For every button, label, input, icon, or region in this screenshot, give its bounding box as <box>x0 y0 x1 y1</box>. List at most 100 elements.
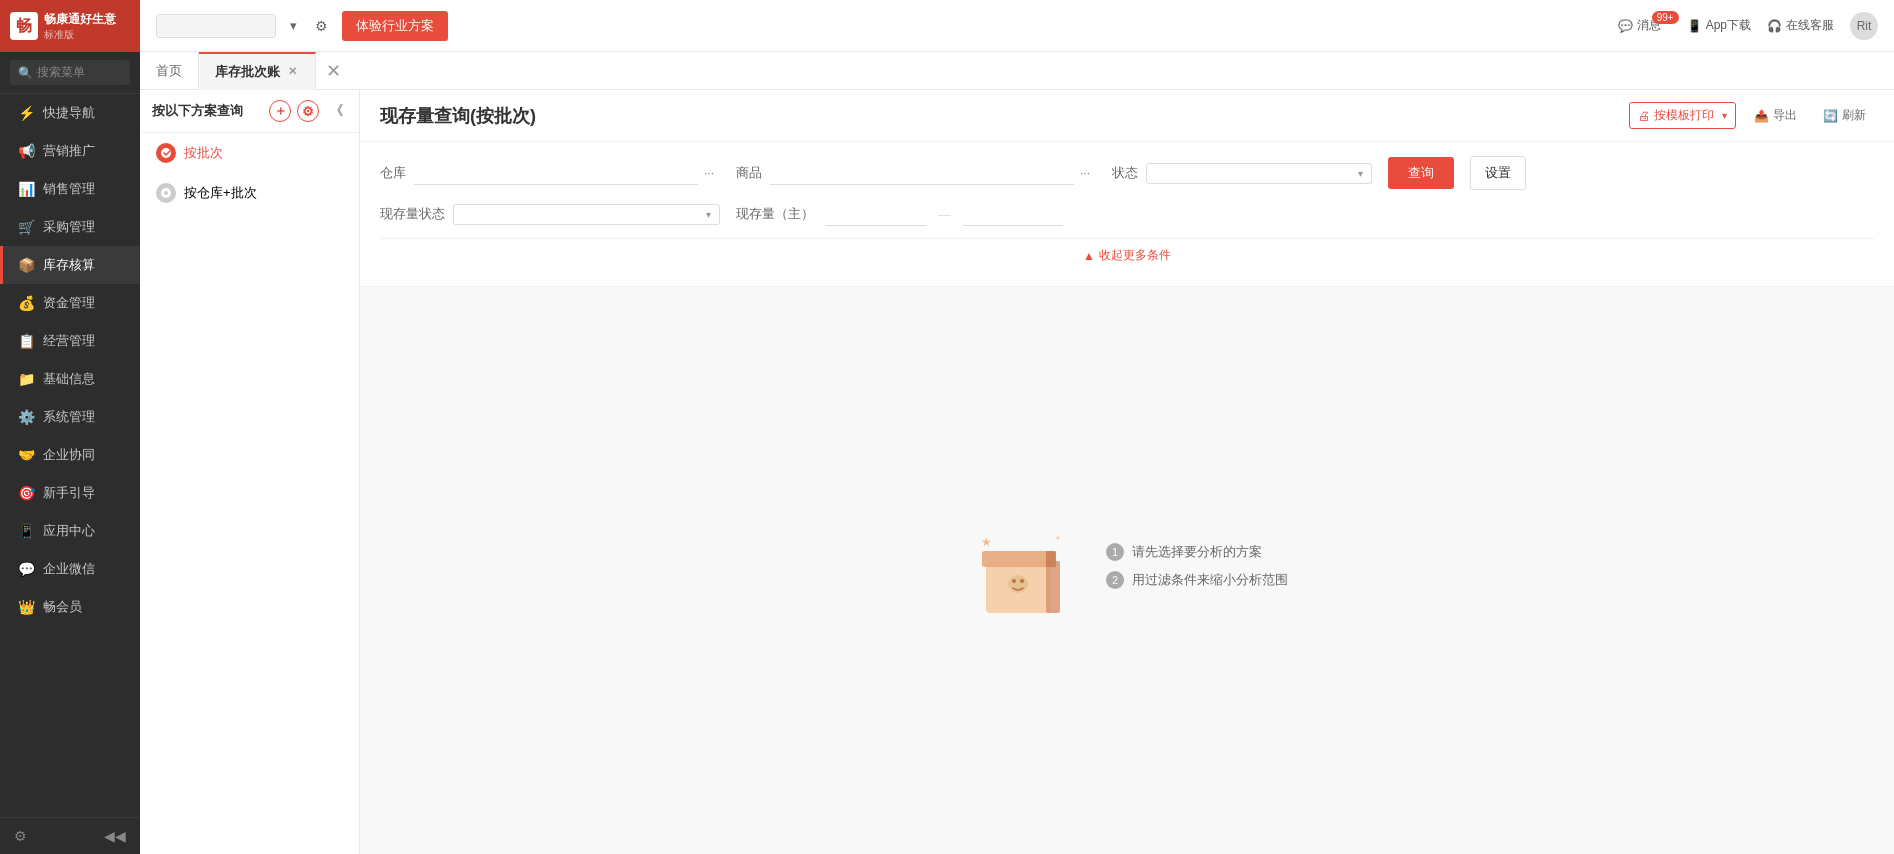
query-btn[interactable]: 查询 <box>1388 157 1454 189</box>
svg-point-2 <box>164 191 168 195</box>
tabbar: 首页 库存批次账 ✕ ✕ <box>140 52 1894 90</box>
filter-settings-btn[interactable]: 设置 <box>1470 156 1526 190</box>
tab-close-btn[interactable]: ✕ <box>286 63 299 80</box>
settings-footer-icon[interactable]: ⚙ <box>14 828 27 844</box>
tab-batch-account[interactable]: 库存批次账 ✕ <box>199 52 316 90</box>
sidebar-item-purchase-label: 采购管理 <box>43 218 95 236</box>
empty-icon-area: ★ ✦ <box>966 516 1076 626</box>
sidebar-item-quick-nav[interactable]: ⚡ 快捷导航 <box>0 94 140 132</box>
sidebar: 畅 畅康通好生意 标准版 🔍 搜索菜单 ⚡ 快捷导航 📢 营销推广 📊 销售管理… <box>0 0 140 854</box>
sidebar-item-marketing[interactable]: 📢 营销推广 <box>0 132 140 170</box>
filter-row-1: 仓库 ··· 商品 ··· 状态 ▾ <box>380 156 1874 190</box>
app-download-btn[interactable]: 📱 App下载 <box>1687 17 1751 34</box>
empty-illustration: ★ ✦ <box>966 516 1076 626</box>
app-logo: 畅 <box>10 12 38 40</box>
sidebar-item-sales-label: 销售管理 <box>43 180 95 198</box>
experience-industry-btn[interactable]: 体验行业方案 <box>342 11 448 41</box>
content-area: 按以下方案查询 ＋ ⚙ 《 按批次 按仓库+批次 <box>140 90 1894 854</box>
status-filter-select[interactable]: ▾ <box>1146 163 1372 184</box>
basic-info-icon: 📁 <box>17 370 35 388</box>
left-panel-actions: ＋ ⚙ 《 <box>269 100 347 122</box>
purchase-icon: 🛒 <box>17 218 35 236</box>
main-area: ▾ ⚙ 体验行业方案 💬 消息 99+ 📱 App下载 🎧 在线客服 Rit <box>140 0 1894 854</box>
by-warehouse-batch-label: 按仓库+批次 <box>184 184 257 202</box>
step-1-num: 1 <box>1106 543 1124 561</box>
refresh-label: 刷新 <box>1842 107 1866 124</box>
close-right-panel-btn[interactable]: ✕ <box>316 52 351 90</box>
warehouse-filter-input[interactable] <box>414 161 698 185</box>
topbar-gear-btn[interactable]: ⚙ <box>311 14 332 38</box>
sidebar-item-system-label: 系统管理 <box>43 408 95 426</box>
app-title-block: 畅康通好生意 标准版 <box>44 11 116 42</box>
breadcrumb-dropdown-btn[interactable]: ▾ <box>286 14 301 37</box>
inventory-qty-dash: — <box>938 207 951 222</box>
right-panel: 现存量查询(按批次) 🖨 按模板打印 ▾ 📤 导出 🔄 刷新 <box>360 90 1894 854</box>
sidebar-item-wechat[interactable]: 💬 企业微信 <box>0 550 140 588</box>
messages-btn[interactable]: 💬 消息 99+ <box>1618 17 1671 34</box>
app-edition: 标准版 <box>44 28 116 42</box>
filter-status: 状态 ▾ <box>1112 163 1372 184</box>
online-service-btn[interactable]: 🎧 在线客服 <box>1767 17 1834 34</box>
sidebar-search-area[interactable]: 🔍 搜索菜单 <box>0 52 140 94</box>
wechat-icon: 💬 <box>17 560 35 578</box>
newbie-icon: 🎯 <box>17 484 35 502</box>
inventory-qty-to-input[interactable] <box>963 202 1063 226</box>
inventory-qty-from-input[interactable] <box>826 202 926 226</box>
export-icon: 📤 <box>1754 109 1769 123</box>
sidebar-item-operations-label: 经营管理 <box>43 332 95 350</box>
empty-state: ★ ✦ 1 请先选择要分析的方案 2 <box>360 287 1894 854</box>
sidebar-item-system[interactable]: ⚙️ 系统管理 <box>0 398 140 436</box>
sidebar-item-sales[interactable]: 📊 销售管理 <box>0 170 140 208</box>
tab-home-label: 首页 <box>156 62 182 80</box>
refresh-btn[interactable]: 🔄 刷新 <box>1815 103 1874 128</box>
app-name: 畅康通好生意 <box>44 11 116 28</box>
sidebar-item-wechat-label: 企业微信 <box>43 560 95 578</box>
collapse-conditions-btn[interactable]: ▲ 收起更多条件 <box>380 238 1874 272</box>
breadcrumb-input[interactable] <box>156 14 276 38</box>
product-more-btn[interactable]: ··· <box>1074 164 1096 182</box>
sidebar-item-members[interactable]: 👑 畅会员 <box>0 588 140 626</box>
sidebar-item-finance[interactable]: 💰 资金管理 <box>0 284 140 322</box>
online-service-label: 在线客服 <box>1786 17 1834 34</box>
svg-point-10 <box>1012 579 1016 583</box>
status-filter-label: 状态 <box>1112 164 1138 182</box>
sidebar-item-operations[interactable]: 📋 经营管理 <box>0 322 140 360</box>
search-icon: 🔍 <box>18 66 33 80</box>
app-download-label: App下载 <box>1706 17 1751 34</box>
sidebar-nav: ⚡ 快捷导航 📢 营销推广 📊 销售管理 🛒 采购管理 📦 库存核算 💰 资金管… <box>0 94 140 817</box>
sidebar-item-inventory-label: 库存核算 <box>43 256 95 274</box>
sidebar-item-inventory[interactable]: 📦 库存核算 <box>0 246 140 284</box>
svg-point-11 <box>1020 579 1024 583</box>
sidebar-search-btn[interactable]: 🔍 搜索菜单 <box>10 60 130 85</box>
add-scheme-btn[interactable]: ＋ <box>269 100 291 122</box>
export-btn[interactable]: 📤 导出 <box>1746 103 1805 128</box>
print-template-btn[interactable]: 🖨 按模板打印 ▾ <box>1629 102 1736 129</box>
sidebar-item-newbie[interactable]: 🎯 新手引导 <box>0 474 140 512</box>
tab-home[interactable]: 首页 <box>140 52 199 90</box>
collapse-left-panel-btn[interactable]: 《 <box>325 100 347 122</box>
headset-icon: 🎧 <box>1767 19 1782 33</box>
filter-inventory-qty: 现存量（主） — <box>736 202 1096 226</box>
collapse-conditions-label: 收起更多条件 <box>1099 247 1171 264</box>
sidebar-item-app-center[interactable]: 📱 应用中心 <box>0 512 140 550</box>
status-chevron-icon: ▾ <box>1358 168 1363 179</box>
inventory-status-select[interactable]: ▾ <box>453 204 720 225</box>
finance-icon: 💰 <box>17 294 35 312</box>
scheme-by-batch[interactable]: 按批次 <box>140 133 359 173</box>
scheme-settings-btn[interactable]: ⚙ <box>297 100 319 122</box>
collapse-sidebar-icon[interactable]: ◀◀ <box>104 828 126 844</box>
user-avatar-btn[interactable]: Rit <box>1850 12 1878 40</box>
sidebar-item-enterprise[interactable]: 🤝 企业协同 <box>0 436 140 474</box>
scheme-by-warehouse-batch[interactable]: 按仓库+批次 <box>140 173 359 213</box>
empty-step-1-text: 请先选择要分析的方案 <box>1132 543 1262 561</box>
print-icon: 🖨 <box>1638 109 1650 123</box>
operations-icon: 📋 <box>17 332 35 350</box>
warehouse-more-btn[interactable]: ··· <box>698 164 720 182</box>
product-filter-input[interactable] <box>770 161 1074 185</box>
step-2-num: 2 <box>1106 571 1124 589</box>
svg-text:★: ★ <box>981 535 992 549</box>
product-filter-label: 商品 <box>736 164 762 182</box>
print-dropdown-icon[interactable]: ▾ <box>1722 110 1727 121</box>
sidebar-item-basic-info[interactable]: 📁 基础信息 <box>0 360 140 398</box>
sidebar-item-purchase[interactable]: 🛒 采购管理 <box>0 208 140 246</box>
